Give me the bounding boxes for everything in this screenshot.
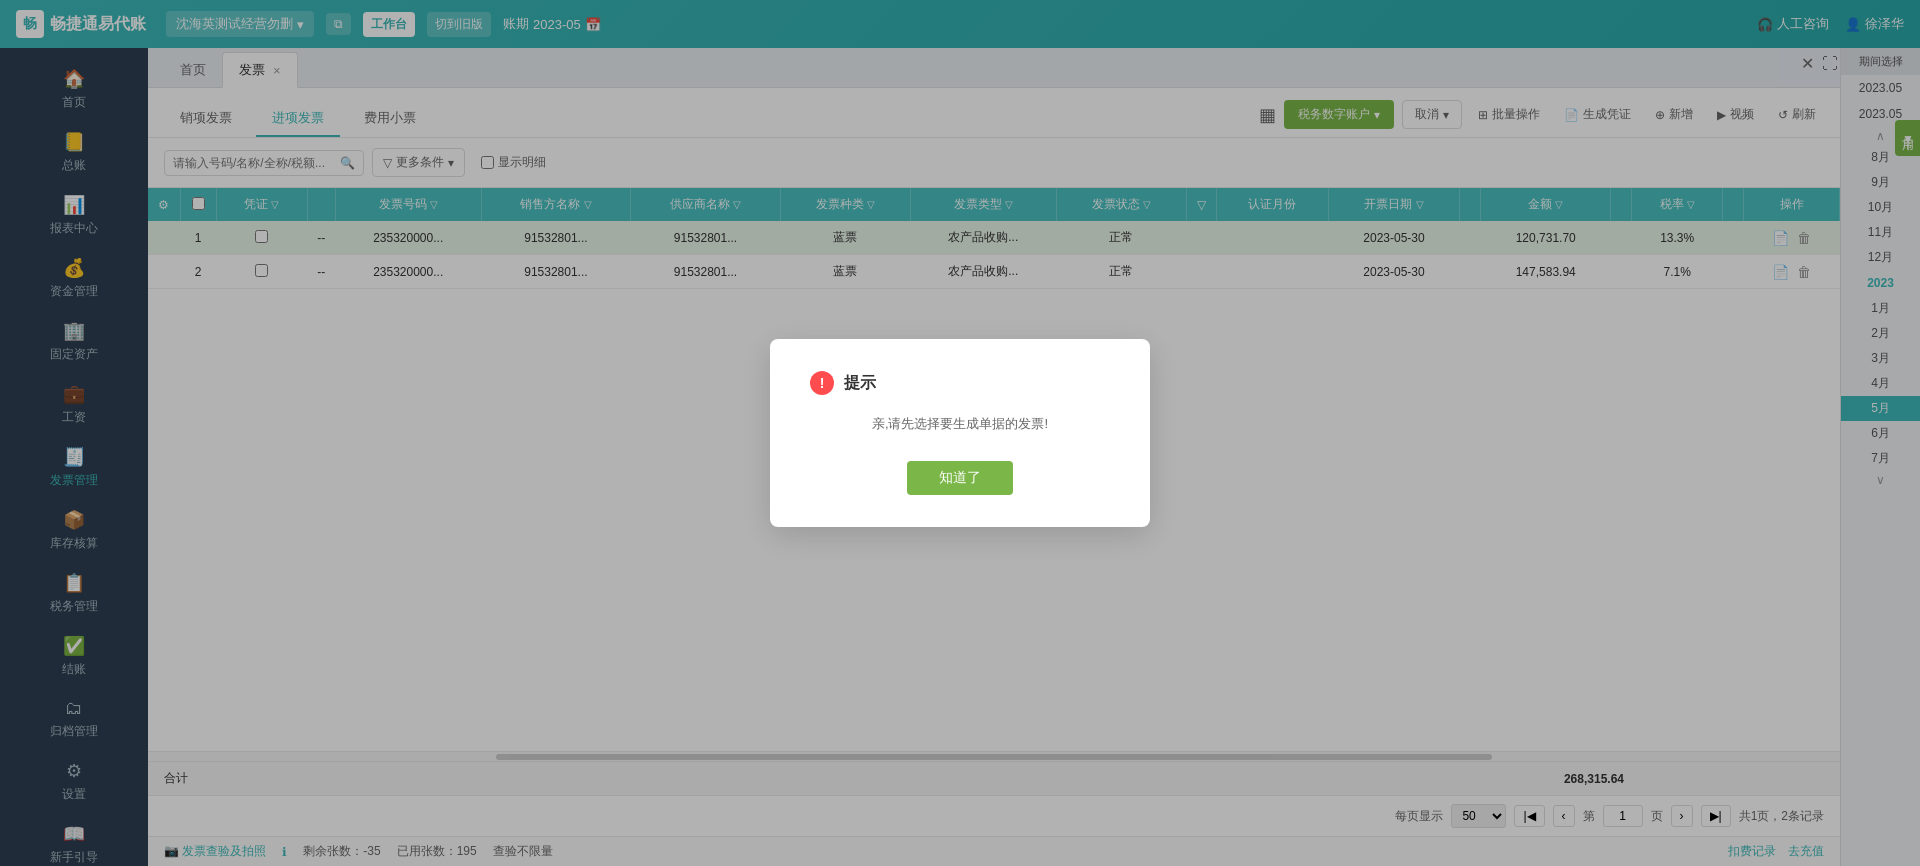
dialog-button-row: 知道了 [810, 461, 1110, 495]
alert-dialog: ! 提示 亲,请先选择要生成单据的发票! 知道了 [770, 339, 1150, 527]
dialog-message: 亲,请先选择要生成单据的发票! [810, 415, 1110, 433]
warning-icon: ! [810, 371, 834, 395]
dialog-overlay[interactable]: ! 提示 亲,请先选择要生成单据的发票! 知道了 [0, 0, 1920, 866]
dialog-title: 提示 [844, 373, 876, 394]
dialog-title-row: ! 提示 [810, 371, 1110, 395]
dialog-confirm-button[interactable]: 知道了 [907, 461, 1013, 495]
